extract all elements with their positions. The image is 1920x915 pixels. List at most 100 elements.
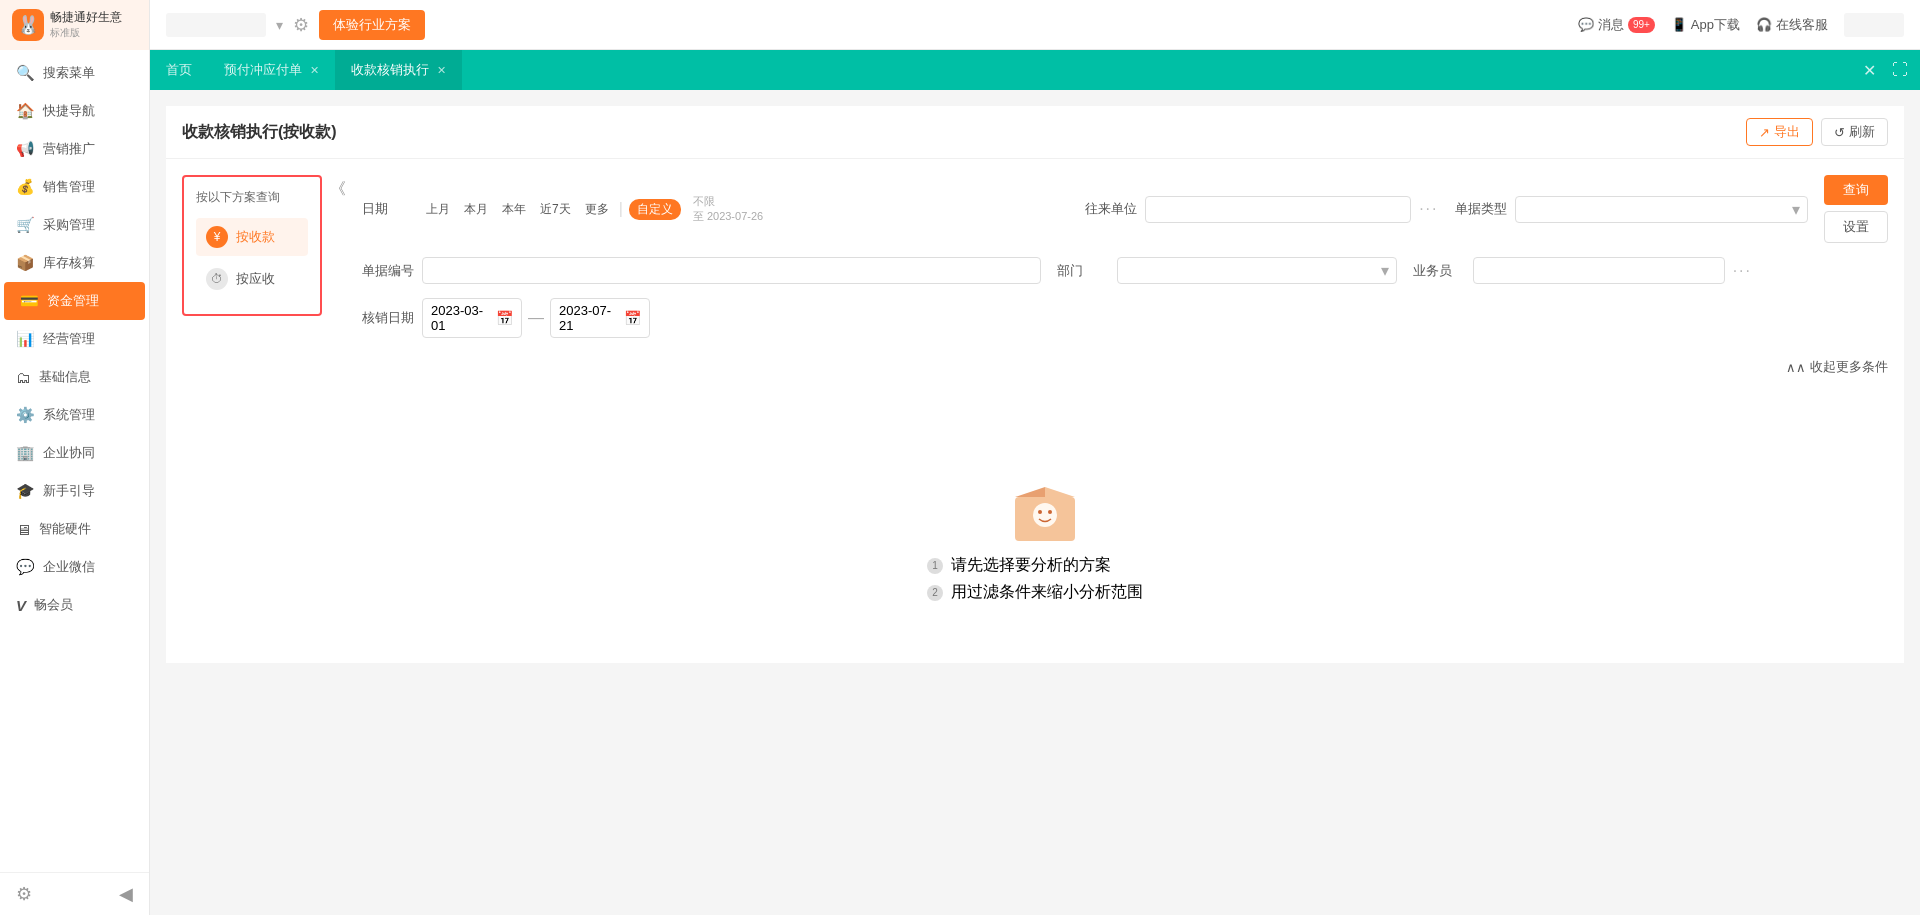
- date-prev-month-btn[interactable]: 上月: [422, 199, 454, 220]
- wx-icon: 💬: [16, 558, 35, 576]
- sidebar-item-operations[interactable]: 📊 经营管理: [0, 320, 149, 358]
- service-icon: 🎧: [1756, 17, 1772, 32]
- logo-icon: 🐰: [12, 9, 44, 41]
- export-btn[interactable]: ↗ 导出: [1746, 118, 1813, 146]
- verify-date-field: 核销日期 2023-03-01 📅 — 2023-07-21 📅: [362, 298, 1888, 338]
- settings-btn[interactable]: 设置: [1824, 211, 1888, 243]
- employee-input[interactable]: [1473, 257, 1725, 284]
- message-btn[interactable]: 💬 消息 99+: [1578, 16, 1655, 34]
- filter-box: 按以下方案查询 ¥ 按收款 ⏱ 按应收: [182, 175, 322, 316]
- collapse-more-row: ∧∧ 收起更多条件: [362, 352, 1888, 382]
- sidebar-item-purchase[interactable]: 🛒 采购管理: [0, 206, 149, 244]
- search-form: 日期 上月 本月 本年 近7天 更多 | 自定义 不限: [362, 175, 1888, 382]
- receivable-icon: ⏱: [206, 268, 228, 290]
- topbar-gear-icon[interactable]: ⚙: [293, 14, 309, 36]
- sidebar-item-smart-hw[interactable]: 🖥 智能硬件: [0, 510, 149, 548]
- search-row-3: 核销日期 2023-03-01 📅 — 2023-07-21 📅: [362, 298, 1888, 338]
- empty-state: 1 请先选择要分析的方案 2 用过滤条件来缩小分析范围: [166, 399, 1904, 663]
- svg-marker-2: [1045, 487, 1075, 497]
- brand-selector[interactable]: [166, 13, 266, 37]
- sidebar-item-quick-nav[interactable]: 🏠 快捷导航: [0, 92, 149, 130]
- date-label: 日期: [362, 200, 414, 218]
- marketing-icon: 📢: [16, 140, 35, 158]
- sidebar-item-system[interactable]: ⚙️ 系统管理: [0, 396, 149, 434]
- employee-field: 业务员 ···: [1413, 257, 1753, 284]
- inventory-icon: 📦: [16, 254, 35, 272]
- date-no-limit-label: 不限: [693, 194, 763, 209]
- filter-collapse-btn[interactable]: 《: [326, 175, 350, 204]
- voucher-no-label: 单据编号: [362, 262, 414, 280]
- tab-receivable[interactable]: 收款核销执行 ✕: [335, 50, 462, 90]
- partner-label: 往来单位: [1085, 200, 1137, 218]
- query-btn[interactable]: 查询: [1824, 175, 1888, 205]
- search-panel: 按以下方案查询 ¥ 按收款 ⏱ 按应收 《: [166, 159, 1904, 398]
- settings-bottom-icon[interactable]: ⚙: [16, 883, 32, 905]
- sidebar-item-marketing[interactable]: 📢 营销推广: [0, 130, 149, 168]
- sidebar-logo: 🐰 畅捷通好生意 标准版: [0, 0, 149, 50]
- beginner-icon: 🎓: [16, 482, 35, 500]
- verify-date-start-input[interactable]: 2023-03-01 📅: [422, 298, 522, 338]
- sidebar-item-sales[interactable]: 💰 销售管理: [0, 168, 149, 206]
- operations-icon: 📊: [16, 330, 35, 348]
- sidebar-item-search-menu[interactable]: 🔍 搜索菜单: [0, 54, 149, 92]
- tab-receivable-close[interactable]: ✕: [437, 64, 446, 77]
- partner-input[interactable]: [1145, 196, 1411, 223]
- sidebar-item-enterprise[interactable]: 🏢 企业协同: [0, 434, 149, 472]
- sidebar-item-beginner[interactable]: 🎓 新手引导: [0, 472, 149, 510]
- date-curr-year-btn[interactable]: 本年: [498, 199, 530, 220]
- sidebar-item-basic-info[interactable]: 🗂 基础信息: [0, 358, 149, 396]
- employee-more-icon[interactable]: ···: [1733, 262, 1752, 280]
- collapse-sidebar-icon[interactable]: ◀: [119, 883, 133, 905]
- system-icon: ⚙️: [16, 406, 35, 424]
- service-btn[interactable]: 🎧 在线客服: [1756, 16, 1828, 34]
- tab-home[interactable]: 首页: [150, 50, 208, 90]
- sidebar-item-member[interactable]: V 畅会员: [0, 586, 149, 624]
- enterprise-icon: 🏢: [16, 444, 35, 462]
- voucher-type-field: 单据类型: [1455, 196, 1809, 223]
- svg-point-4: [1038, 510, 1042, 514]
- voucher-no-field: 单据编号: [362, 257, 1041, 284]
- collapse-more-btn[interactable]: ∧∧ 收起更多条件: [1786, 358, 1888, 376]
- refresh-btn[interactable]: ↺ 刷新: [1821, 118, 1888, 146]
- verify-date-label: 核销日期: [362, 309, 414, 327]
- date-field: 日期 上月 本月 本年 近7天 更多 | 自定义 不限: [362, 194, 1069, 224]
- date-7days-btn[interactable]: 近7天: [536, 199, 575, 220]
- verify-date-end-input[interactable]: 2023-07-21 📅: [550, 298, 650, 338]
- sidebar-item-finance[interactable]: 💳 资金管理: [4, 282, 145, 320]
- purchase-icon: 🛒: [16, 216, 35, 234]
- teal-tabbar: 首页 预付冲应付单 ✕ 收款核销执行 ✕ ✕ ⛶: [150, 50, 1920, 90]
- voucher-type-label: 单据类型: [1455, 200, 1507, 218]
- tab-prepay[interactable]: 预付冲应付单 ✕: [208, 50, 335, 90]
- filter-by-receivable[interactable]: ⏱ 按应收: [196, 260, 308, 298]
- user-info[interactable]: [1844, 13, 1904, 37]
- calendar-start-icon: 📅: [496, 310, 513, 326]
- voucher-type-select[interactable]: [1515, 196, 1809, 223]
- date-to-label: 至 2023-07-26: [693, 209, 763, 224]
- employee-label: 业务员: [1413, 262, 1465, 280]
- tab-expand-icon[interactable]: ⛶: [1888, 57, 1912, 83]
- app-download-btn[interactable]: 📱 App下载: [1671, 16, 1740, 34]
- filter-box-title: 按以下方案查询: [196, 189, 308, 206]
- collapse-more-icon: ∧∧: [1786, 360, 1806, 375]
- sidebar-item-wx[interactable]: 💬 企业微信: [0, 548, 149, 586]
- dept-select[interactable]: [1117, 257, 1397, 284]
- partner-more-icon[interactable]: ···: [1419, 200, 1438, 218]
- step1-num: 1: [927, 558, 943, 574]
- tab-close-all-icon[interactable]: ✕: [1859, 57, 1880, 84]
- date-more-btn[interactable]: 更多: [581, 199, 613, 220]
- filter-by-receipt[interactable]: ¥ 按收款: [196, 218, 308, 256]
- date-curr-month-btn[interactable]: 本月: [460, 199, 492, 220]
- sidebar-nav: 🔍 搜索菜单 🏠 快捷导航 📢 营销推广 💰 销售管理 🛒 采购管理 📦 库存核…: [0, 50, 149, 872]
- basic-info-icon: 🗂: [16, 369, 31, 386]
- calendar-end-icon: 📅: [624, 310, 641, 326]
- solution-btn[interactable]: 体验行业方案: [319, 10, 425, 40]
- refresh-icon: ↺: [1834, 125, 1845, 140]
- brand-chevron-icon[interactable]: ▾: [276, 17, 283, 33]
- date-custom-btn[interactable]: 自定义: [629, 199, 681, 220]
- logo-text: 畅捷通好生意: [50, 10, 122, 26]
- svg-point-5: [1048, 510, 1052, 514]
- voucher-no-input[interactable]: [422, 257, 1041, 284]
- logo-sub: 标准版: [50, 26, 122, 40]
- sidebar-item-inventory[interactable]: 📦 库存核算: [0, 244, 149, 282]
- tab-prepay-close[interactable]: ✕: [310, 64, 319, 77]
